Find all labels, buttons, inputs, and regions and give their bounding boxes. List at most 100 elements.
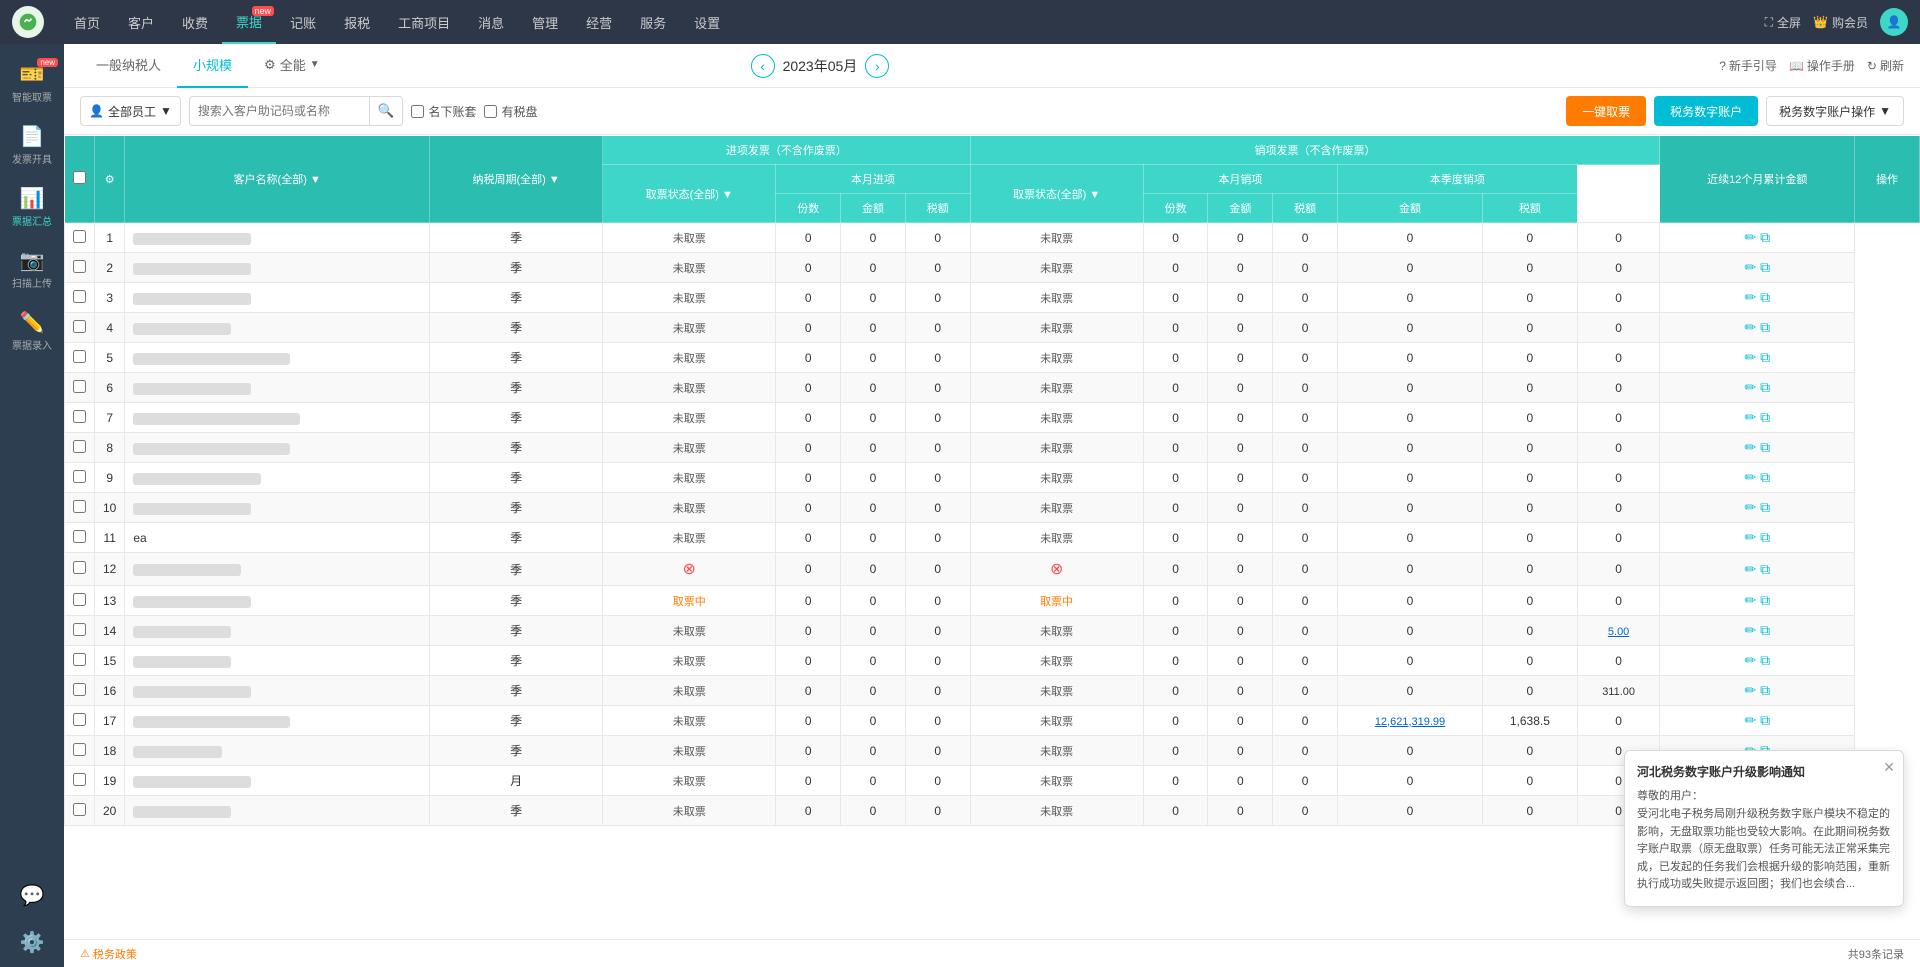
row-checkbox[interactable] (73, 653, 86, 666)
copy-icon[interactable]: ⧉ (1760, 622, 1770, 639)
copy-icon[interactable]: ⧉ (1760, 409, 1770, 426)
row-name-cell[interactable]: ████████████ (125, 493, 430, 523)
has-tax-disk-checkbox-label[interactable]: 有税盘 (484, 103, 537, 120)
copy-icon[interactable]: ⧉ (1760, 259, 1770, 276)
copy-icon[interactable]: ⧉ (1760, 652, 1770, 669)
edit-icon[interactable]: ✏ (1744, 229, 1756, 246)
sidebar-item-ticket-summary[interactable]: 📊 票据汇总 (0, 176, 64, 238)
row-checkbox[interactable] (73, 500, 86, 513)
edit-icon[interactable]: ✏ (1744, 499, 1756, 516)
row-checkbox[interactable] (73, 803, 86, 816)
copy-icon[interactable]: ⧉ (1760, 379, 1770, 396)
row-name-cell[interactable]: █████████████ (125, 463, 430, 493)
nav-tax[interactable]: 报税 (330, 0, 384, 44)
copy-icon[interactable]: ⧉ (1760, 592, 1770, 609)
edit-icon[interactable]: ✏ (1744, 259, 1756, 276)
nav-message[interactable]: 消息 (464, 0, 518, 44)
edit-icon[interactable]: ✏ (1744, 561, 1756, 578)
row-name-cell[interactable]: ea (125, 523, 430, 553)
user-avatar[interactable]: 👤 (1880, 8, 1908, 36)
row-name-cell[interactable]: ████████████ (125, 223, 430, 253)
tax-digital-account-ops-button[interactable]: 税务数字账户操作 ▼ (1766, 96, 1904, 126)
next-month-button[interactable]: › (865, 54, 889, 78)
refresh-link[interactable]: ↻ 刷新 (1867, 57, 1904, 74)
row-name-cell[interactable]: ██████████ (125, 646, 430, 676)
search-button[interactable]: 🔍 (369, 96, 404, 126)
sidebar-item-ticket-entry[interactable]: ✏️ 票据录入 (0, 300, 64, 362)
edit-icon[interactable]: ✏ (1744, 319, 1756, 336)
copy-icon[interactable]: ⧉ (1760, 469, 1770, 486)
row-name-cell[interactable]: ██████████ (125, 313, 430, 343)
sidebar-item-chat[interactable]: 💬 (0, 873, 64, 920)
under-account-checkbox[interactable] (411, 105, 424, 118)
prev-month-button[interactable]: ‹ (751, 54, 775, 78)
edit-icon[interactable]: ✏ (1744, 652, 1756, 669)
edit-icon[interactable]: ✏ (1744, 712, 1756, 729)
sidebar-item-gear[interactable]: ⚙️ (0, 920, 64, 967)
tax-policy-link[interactable]: ⚠ 税务政策 (80, 946, 137, 962)
nav-home[interactable]: 首页 (60, 0, 114, 44)
row-checkbox[interactable] (73, 290, 86, 303)
row-name-cell[interactable]: ████████████ (125, 373, 430, 403)
edit-icon[interactable]: ✏ (1744, 289, 1756, 306)
edit-icon[interactable]: ✏ (1744, 469, 1756, 486)
employee-filter[interactable]: 👤 全部员工 ▼ (80, 96, 181, 126)
edit-icon[interactable]: ✏ (1744, 529, 1756, 546)
row-name-cell[interactable]: ███████████ (125, 553, 430, 586)
nav-operation[interactable]: 经营 (572, 0, 626, 44)
nav-service[interactable]: 服务 (626, 0, 680, 44)
row-name-cell[interactable]: ████████████ (125, 676, 430, 706)
row-checkbox[interactable] (73, 410, 86, 423)
row-name-cell[interactable]: ████████████ (125, 766, 430, 796)
row-name-cell[interactable]: ████████████ (125, 586, 430, 616)
edit-icon[interactable]: ✏ (1744, 622, 1756, 639)
row-name-cell[interactable]: ████████████████ (125, 433, 430, 463)
row-checkbox[interactable] (73, 743, 86, 756)
row-name-cell[interactable]: ████████████████ (125, 706, 430, 736)
manual-link[interactable]: 📖 操作手册 (1789, 57, 1855, 74)
edit-icon[interactable]: ✏ (1744, 439, 1756, 456)
copy-icon[interactable]: ⧉ (1760, 712, 1770, 729)
nav-settings[interactable]: 设置 (680, 0, 734, 44)
row-checkbox[interactable] (73, 683, 86, 696)
row-name-cell[interactable]: █████████ (125, 736, 430, 766)
nav-ticket[interactable]: 票据 new (222, 0, 276, 44)
row-name-cell[interactable]: █████████████████ (125, 403, 430, 433)
select-all-checkbox[interactable] (73, 171, 86, 184)
row-name-cell[interactable]: ██████████ (125, 796, 430, 826)
row-checkbox[interactable] (73, 320, 86, 333)
nav-business[interactable]: 工商项目 (384, 0, 464, 44)
row-checkbox[interactable] (73, 230, 86, 243)
edit-icon[interactable]: ✏ (1744, 349, 1756, 366)
copy-icon[interactable]: ⧉ (1760, 229, 1770, 246)
under-account-checkbox-label[interactable]: 名下账套 (411, 103, 476, 120)
row-checkbox[interactable] (73, 530, 86, 543)
one-click-ticket-button[interactable]: 一键取票 (1566, 96, 1646, 126)
row-checkbox[interactable] (73, 440, 86, 453)
tax-digital-account-button[interactable]: 税务数字账户 (1654, 96, 1758, 126)
row-checkbox[interactable] (73, 623, 86, 636)
row-checkbox[interactable] (73, 773, 86, 786)
sidebar-item-scan-upload[interactable]: 📷 扫描上传 (0, 238, 64, 300)
tab-general-taxpayer[interactable]: 一般纳税人 (80, 44, 177, 88)
copy-icon[interactable]: ⧉ (1760, 499, 1770, 516)
sidebar-item-invoice-open[interactable]: 📄 发票开具 (0, 114, 64, 176)
notification-close-button[interactable]: ✕ (1883, 759, 1895, 776)
member-button[interactable]: 👑 购会员 (1813, 14, 1868, 31)
row-name-cell[interactable]: ████████████ (125, 253, 430, 283)
edit-icon[interactable]: ✏ (1744, 379, 1756, 396)
edit-icon[interactable]: ✏ (1744, 592, 1756, 609)
copy-icon[interactable]: ⧉ (1760, 289, 1770, 306)
copy-icon[interactable]: ⧉ (1760, 561, 1770, 578)
row-checkbox[interactable] (73, 713, 86, 726)
row-checkbox[interactable] (73, 470, 86, 483)
nav-bookkeeping[interactable]: 记账 (276, 0, 330, 44)
nav-manage[interactable]: 管理 (518, 0, 572, 44)
total-12-value[interactable]: 5.00 (1608, 626, 1629, 638)
row-checkbox[interactable] (73, 593, 86, 606)
copy-icon[interactable]: ⧉ (1760, 682, 1770, 699)
row-name-cell[interactable]: ████████████ (125, 283, 430, 313)
copy-icon[interactable]: ⧉ (1760, 349, 1770, 366)
row-checkbox[interactable] (73, 260, 86, 273)
has-tax-disk-checkbox[interactable] (484, 105, 497, 118)
